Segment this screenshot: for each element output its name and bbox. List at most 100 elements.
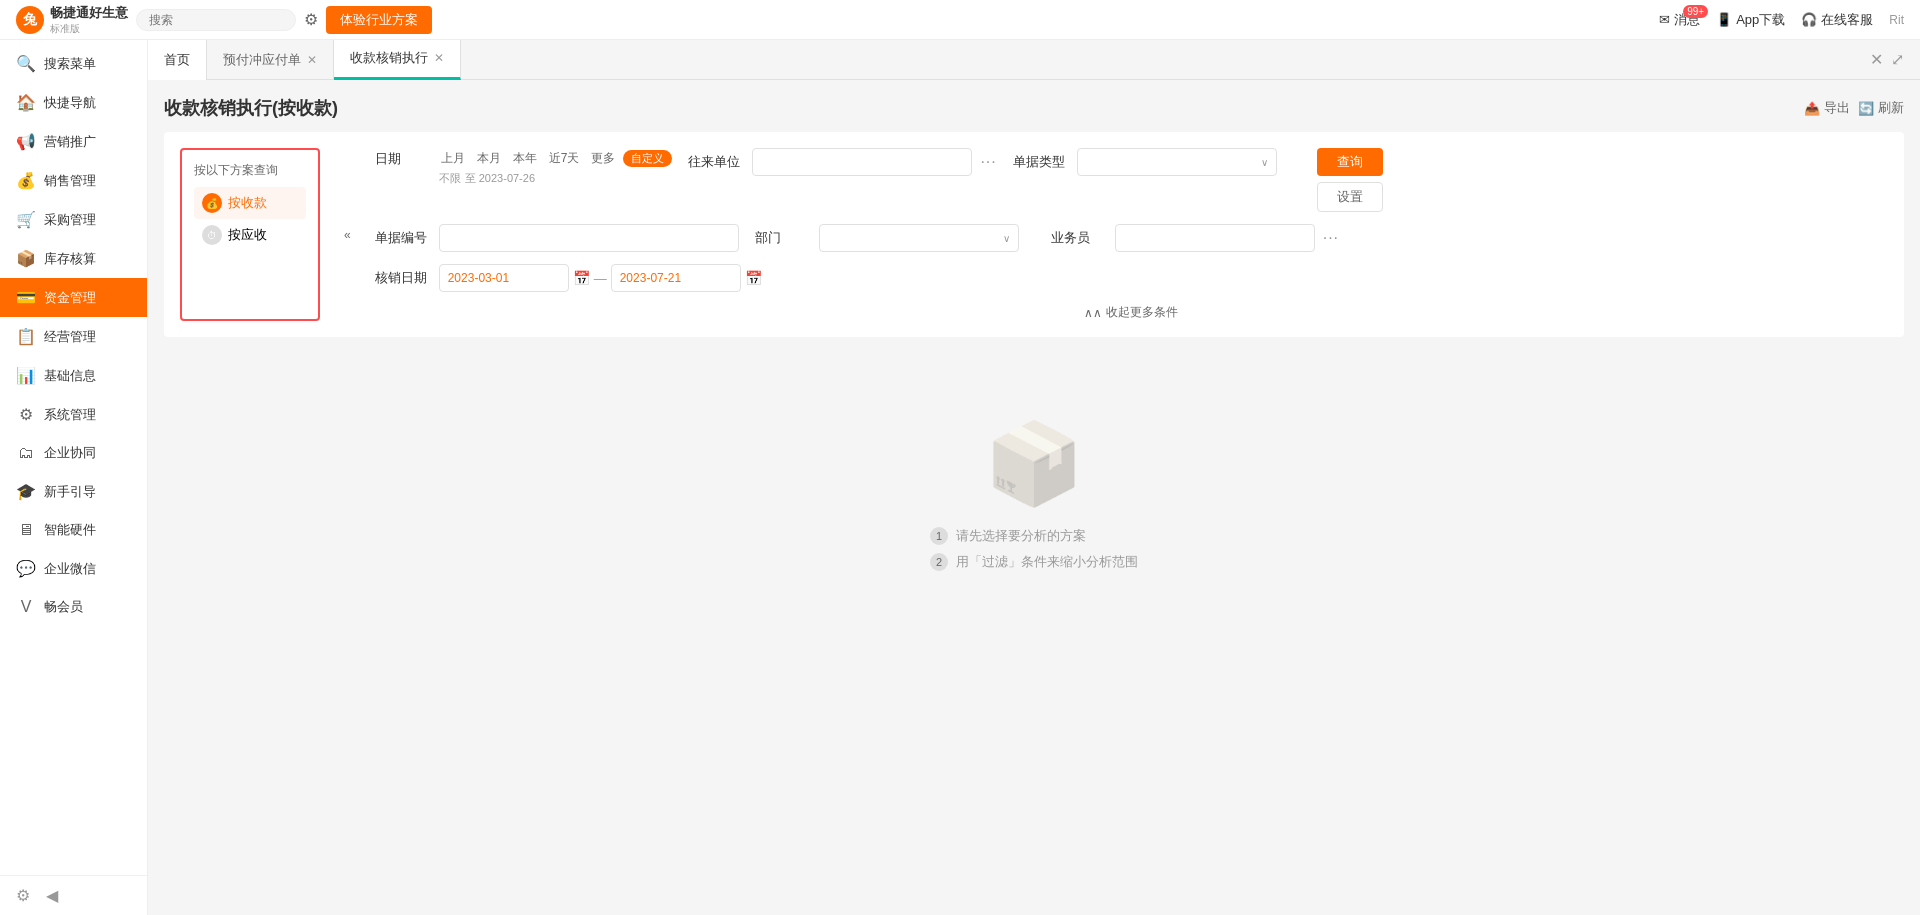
sidebar-item-label: 企业微信 xyxy=(44,560,96,578)
sidebar-item-basic-info[interactable]: 📊 基础信息 xyxy=(0,356,147,395)
verify-date-start-input[interactable] xyxy=(439,264,569,292)
date-field-row: 日期 上月 本月 本年 近7天 更多 自定义 xyxy=(375,148,673,169)
counterparty-input[interactable] xyxy=(752,148,972,176)
sidebar-item-label: 系统管理 xyxy=(44,406,96,424)
filter-row-1: 日期 上月 本月 本年 近7天 更多 自定义 xyxy=(375,148,1888,212)
sidebar-item-system[interactable]: ⚙ 系统管理 xyxy=(0,395,147,434)
filter-fields: 日期 上月 本月 本年 近7天 更多 自定义 xyxy=(375,148,1888,321)
department-chevron-icon: ∨ xyxy=(1003,233,1010,244)
topbar-left: 兔 畅捷通好生意 标准版 ⚙ 体验行业方案 xyxy=(16,4,432,36)
verify-date-start-calendar-icon[interactable]: 📅 xyxy=(573,270,590,286)
doc-no-input[interactable] xyxy=(439,224,739,252)
brand-text: 畅捷通好生意 标准版 xyxy=(50,4,128,36)
brand-sub: 标准版 xyxy=(50,22,128,36)
filter-option-by-receivable-label: 按应收 xyxy=(228,226,267,244)
doc-no-field: 单据编号 xyxy=(375,224,739,252)
quick-date-more[interactable]: 更多 xyxy=(587,148,619,169)
tab-collection-close-icon[interactable]: ✕ xyxy=(434,51,444,65)
quick-date-this-year[interactable]: 本年 xyxy=(509,148,541,169)
quick-date-7days[interactable]: 近7天 xyxy=(545,148,584,169)
verify-date-end-calendar-icon[interactable]: 📅 xyxy=(745,270,762,286)
sidebar-item-label: 快捷导航 xyxy=(44,94,96,112)
tip-2-text: 用「过滤」条件来缩小分析范围 xyxy=(956,553,1138,571)
query-button[interactable]: 查询 xyxy=(1317,148,1383,176)
filter-option-by-receivable[interactable]: ⏱ 按应收 xyxy=(194,219,306,251)
sidebar-item-member[interactable]: V 畅会员 xyxy=(0,588,147,626)
sidebar-item-label: 营销推广 xyxy=(44,133,96,151)
filter-form: 日期 上月 本月 本年 近7天 更多 自定义 xyxy=(375,148,1888,321)
sidebar-item-label: 经营管理 xyxy=(44,328,96,346)
inventory-icon: 📦 xyxy=(16,249,36,268)
wechat-icon: 💬 xyxy=(16,559,36,578)
salesperson-dots-button[interactable]: ··· xyxy=(1323,229,1339,247)
quick-date-last-month[interactable]: 上月 xyxy=(437,148,469,169)
sidebar-item-operations[interactable]: 📋 经营管理 xyxy=(0,317,147,356)
sidebar-item-search-menu[interactable]: 🔍 搜索菜单 xyxy=(0,44,147,83)
tab-prepay[interactable]: 预付冲应付单 ✕ xyxy=(207,40,334,80)
app-download-button[interactable]: 📱 App下载 xyxy=(1716,11,1785,29)
empty-tip-2: 2 用「过滤」条件来缩小分析范围 xyxy=(930,553,1138,571)
date-field-group: 日期 上月 本月 本年 近7天 更多 自定义 xyxy=(375,148,673,186)
sidebar-collapse-icon[interactable]: ◀ xyxy=(46,886,58,905)
refresh-icon: 🔄 xyxy=(1858,101,1874,116)
sidebar-settings-icon[interactable]: ⚙ xyxy=(16,886,30,905)
message-button[interactable]: ✉ 消息 99+ xyxy=(1659,11,1700,29)
sidebar-item-purchase[interactable]: 🛒 采购管理 xyxy=(0,200,147,239)
tab-collection[interactable]: 收款核销执行 ✕ xyxy=(334,40,461,80)
tip-1-number: 1 xyxy=(930,527,948,545)
filter-collapse-button[interactable]: « xyxy=(340,224,355,246)
salesperson-input[interactable] xyxy=(1115,224,1315,252)
app-logo: 兔 畅捷通好生意 标准版 xyxy=(16,4,128,36)
sidebar-item-sales[interactable]: 💰 销售管理 xyxy=(0,161,147,200)
filter-option-by-receipt[interactable]: 💰 按收款 xyxy=(194,187,306,219)
sidebar-item-label: 企业协同 xyxy=(44,444,96,462)
counterparty-dots-button[interactable]: ··· xyxy=(980,153,996,171)
verify-date-end-input[interactable] xyxy=(611,264,741,292)
sidebar-item-label: 销售管理 xyxy=(44,172,96,190)
quick-date-custom[interactable]: 自定义 xyxy=(623,150,672,167)
verify-date-label: 核销日期 xyxy=(375,269,431,287)
page-header: 收款核销执行(按收款) 📤 导出 🔄 刷新 xyxy=(164,96,1904,120)
tab-collection-label: 收款核销执行 xyxy=(350,49,428,67)
tab-prepay-label: 预付冲应付单 xyxy=(223,51,301,69)
more-conditions-button[interactable]: ∧∧ 收起更多条件 xyxy=(1084,304,1178,321)
tab-home[interactable]: 首页 xyxy=(148,40,207,80)
tab-prepay-close-icon[interactable]: ✕ xyxy=(307,53,317,67)
online-service-button[interactable]: 🎧 在线客服 xyxy=(1801,11,1873,29)
sidebar-item-quick-nav[interactable]: 🏠 快捷导航 xyxy=(0,83,147,122)
verify-date-separator: — xyxy=(594,271,607,286)
expand-icon[interactable]: ⤢ xyxy=(1891,50,1904,69)
app-download-label: App下载 xyxy=(1736,11,1785,29)
verify-date-group: 📅 — 📅 xyxy=(439,264,762,292)
salesperson-field: 业务员 ··· xyxy=(1051,224,1339,252)
filter-row-2: 单据编号 部门 ∨ xyxy=(375,224,1888,252)
sidebar-item-enterprise[interactable]: 🗂 企业协同 xyxy=(0,434,147,472)
export-button[interactable]: 📤 导出 xyxy=(1804,99,1850,117)
settings-gear-icon[interactable]: ⚙ xyxy=(304,10,318,29)
username-label: Rit xyxy=(1889,13,1904,27)
salesperson-label: 业务员 xyxy=(1051,229,1107,247)
department-select[interactable]: ∨ xyxy=(819,224,1019,252)
sidebar-item-finance[interactable]: 💳 资金管理 xyxy=(0,278,147,317)
setting-button[interactable]: 设置 xyxy=(1317,182,1383,212)
sidebar-item-hardware[interactable]: 🖥 智能硬件 xyxy=(0,511,147,549)
quick-date-this-month[interactable]: 本月 xyxy=(473,148,505,169)
message-icon: ✉ xyxy=(1659,12,1670,27)
top-search-input[interactable] xyxy=(136,9,296,31)
refresh-button[interactable]: 🔄 刷新 xyxy=(1858,99,1904,117)
sidebar-item-guide[interactable]: 🎓 新手引导 xyxy=(0,472,147,511)
sidebar-item-wechat[interactable]: 💬 企业微信 xyxy=(0,549,147,588)
empty-tip-1: 1 请先选择要分析的方案 xyxy=(930,527,1138,545)
logo-icon: 兔 xyxy=(16,6,44,34)
marketing-icon: 📢 xyxy=(16,132,36,151)
receivable-icon: ⏱ xyxy=(202,225,222,245)
close-tab-icon[interactable]: ✕ xyxy=(1870,50,1883,69)
sales-icon: 💰 xyxy=(16,171,36,190)
sidebar-item-marketing[interactable]: 📢 营销推广 xyxy=(0,122,147,161)
doc-type-select[interactable]: ∨ xyxy=(1077,148,1277,176)
sidebar-item-inventory[interactable]: 📦 库存核算 xyxy=(0,239,147,278)
main-layout: 🔍 搜索菜单 🏠 快捷导航 📢 营销推广 💰 销售管理 🛒 采购管理 📦 库存核… xyxy=(0,40,1920,915)
department-label: 部门 xyxy=(755,229,811,247)
industry-solution-button[interactable]: 体验行业方案 xyxy=(326,6,432,34)
export-icon: 📤 xyxy=(1804,101,1820,116)
